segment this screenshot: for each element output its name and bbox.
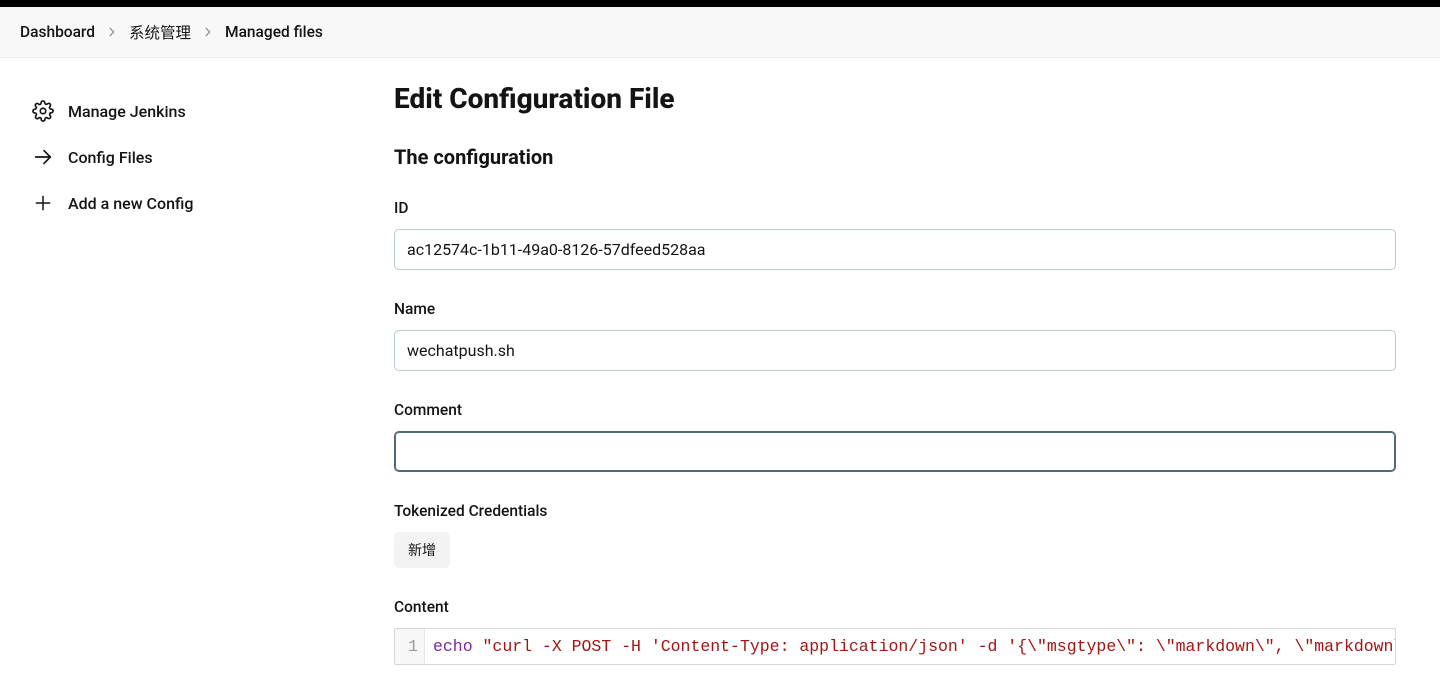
field-group-id: ID [394, 199, 1396, 270]
arrow-right-icon [32, 146, 54, 168]
code-token-string: "curl -X POST -H 'Content-Type: applicat… [483, 637, 1395, 656]
add-credential-button[interactable]: 新增 [394, 532, 450, 568]
code-gutter: 1 [395, 629, 425, 664]
sidebar: Manage Jenkins Config Files Add a new Co… [0, 58, 380, 688]
breadcrumb-managed-files[interactable]: Managed files [225, 23, 323, 41]
field-group-comment: Comment [394, 401, 1396, 472]
sidebar-item-label: Config Files [68, 148, 153, 167]
comment-input[interactable] [394, 431, 1396, 472]
name-input[interactable] [394, 330, 1396, 371]
label-name: Name [394, 300, 1396, 318]
line-number: 1 [408, 637, 418, 656]
content-code-editor[interactable]: 1 echo "curl -X POST -H 'Content-Type: a… [394, 628, 1396, 665]
sidebar-item-add-new-config[interactable]: Add a new Config [24, 180, 356, 226]
plus-icon [32, 192, 54, 214]
breadcrumb-system-manage[interactable]: 系统管理 [129, 21, 191, 43]
field-group-name: Name [394, 300, 1396, 371]
chevron-right-icon [201, 25, 215, 39]
code-content[interactable]: echo "curl -X POST -H 'Content-Type: app… [425, 629, 1395, 664]
top-bar [0, 0, 1440, 7]
label-content: Content [394, 598, 1396, 616]
label-comment: Comment [394, 401, 1396, 419]
field-group-content: Content 1 echo "curl -X POST -H 'Content… [394, 598, 1396, 665]
field-group-tokenized-credentials: Tokenized Credentials 新增 [394, 502, 1396, 568]
sidebar-item-config-files[interactable]: Config Files [24, 134, 356, 180]
page-title: Edit Configuration File [394, 82, 1396, 115]
main-content: Edit Configuration File The configuratio… [380, 58, 1440, 688]
breadcrumb: Dashboard 系统管理 Managed files [0, 7, 1440, 58]
label-id: ID [394, 199, 1396, 217]
section-title: The configuration [394, 145, 1396, 169]
breadcrumb-dashboard[interactable]: Dashboard [20, 23, 95, 41]
chevron-right-icon [105, 25, 119, 39]
sidebar-item-label: Manage Jenkins [68, 102, 186, 121]
code-token-command: echo [433, 637, 473, 656]
id-input[interactable] [394, 229, 1396, 270]
sidebar-item-label: Add a new Config [68, 194, 193, 213]
gear-icon [32, 100, 54, 122]
sidebar-item-manage-jenkins[interactable]: Manage Jenkins [24, 88, 356, 134]
label-tokenized-credentials: Tokenized Credentials [394, 502, 1396, 520]
